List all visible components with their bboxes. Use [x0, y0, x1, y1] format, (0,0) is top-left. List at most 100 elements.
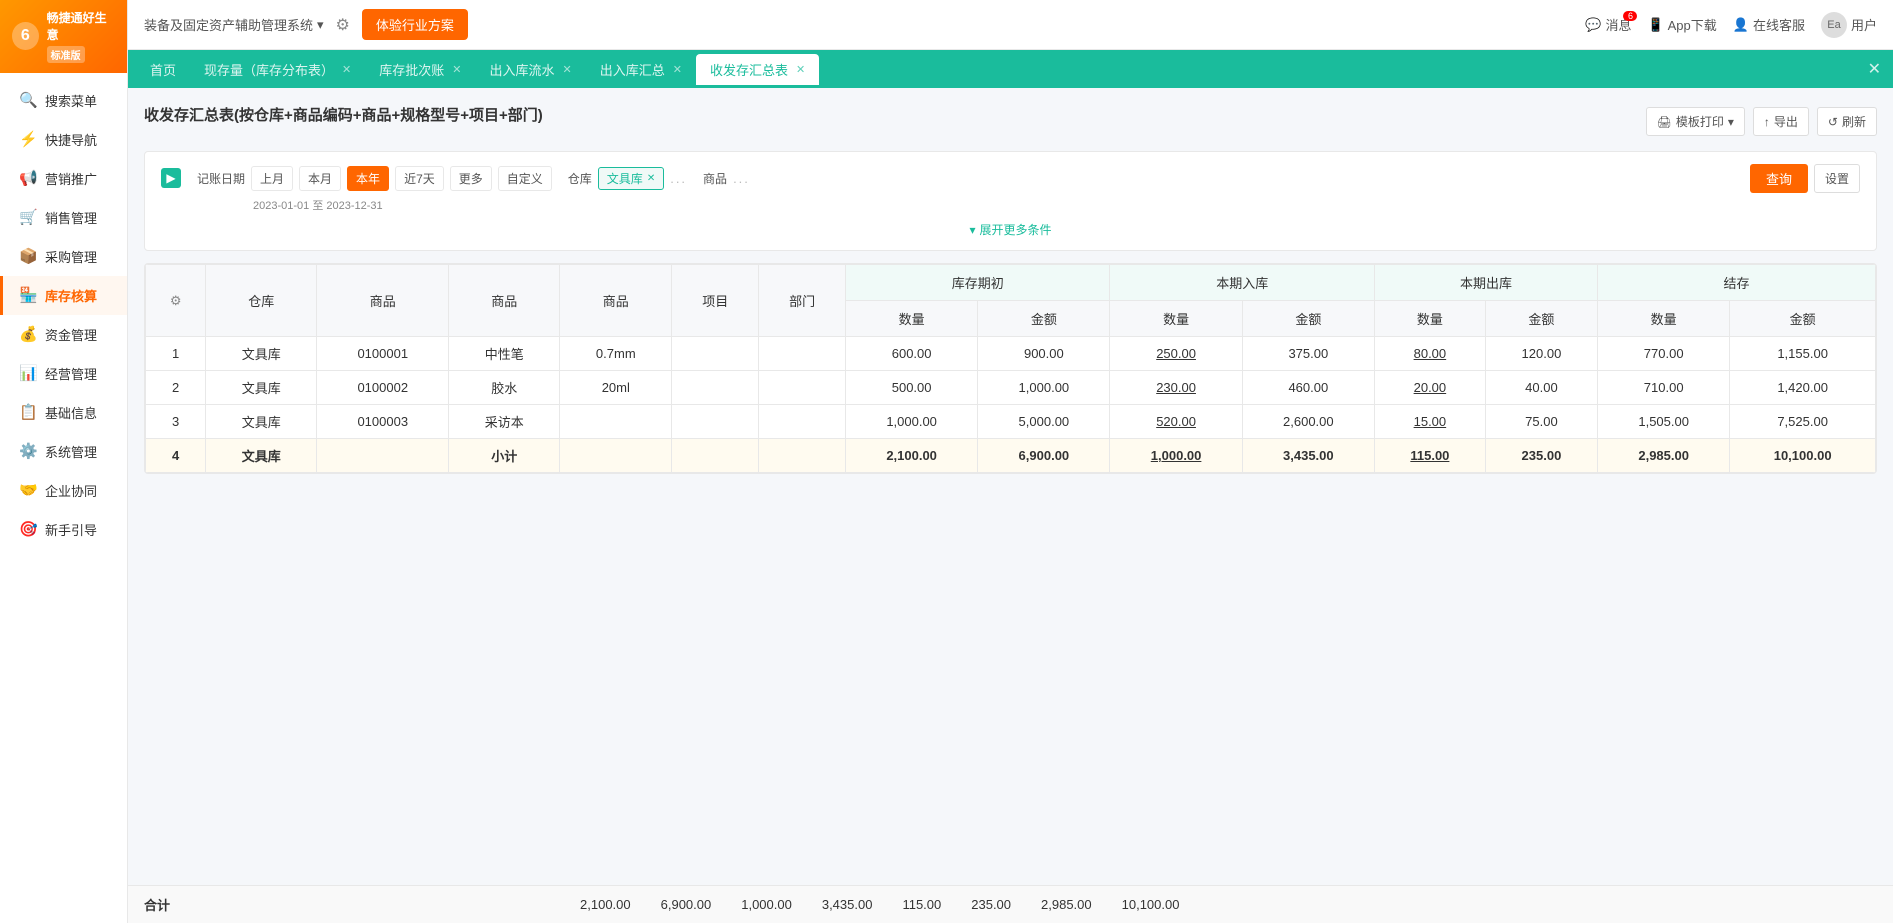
sidebar-item-system[interactable]: ⚙️ 系统管理: [0, 432, 127, 471]
store-icon: 🏪: [19, 286, 37, 304]
dropdown-arrow-icon: ▾: [317, 17, 324, 33]
table-cell[interactable]: 250.00: [1110, 337, 1242, 371]
expand-more-button[interactable]: ▾ 展开更多条件: [161, 221, 1860, 238]
table-settings-icon[interactable]: ⚙: [170, 293, 182, 308]
sidebar-item-label: 采购管理: [45, 247, 97, 266]
sidebar-nav: 🔍 搜索菜单 ⚡ 快捷导航 📢 营销推广 🛒 销售管理 📦 采购管理 🏪 库存核…: [0, 73, 127, 923]
refresh-button[interactable]: ↺ 刷新: [1817, 107, 1877, 136]
tab-label: 现存量（库存分布表）: [204, 60, 334, 79]
table-cell: 小计: [449, 439, 560, 473]
sidebar-item-operations[interactable]: 📊 经营管理: [0, 354, 127, 393]
sidebar-item-marketing[interactable]: 📢 营销推广: [0, 159, 127, 198]
sidebar-item-basic-info[interactable]: 📋 基础信息: [0, 393, 127, 432]
date-btn-more[interactable]: 更多: [450, 166, 492, 191]
sidebar-item-corp[interactable]: 🤝 企业协同: [0, 471, 127, 510]
th-spec: 商品: [560, 265, 672, 337]
tabbar-close-icon[interactable]: ✕: [1868, 59, 1881, 79]
data-table-wrapper: ⚙ 仓库 商品 商品 商品 项目 部门 库存期初 本期入库 本期出库 结存 数量: [144, 263, 1877, 474]
user-label: 用户: [1851, 15, 1877, 34]
filter-expand-icon[interactable]: ▶: [161, 168, 181, 188]
th-group-out: 本期出库: [1374, 265, 1597, 301]
th-in-qty: 数量: [1110, 301, 1242, 337]
table-cell[interactable]: 230.00: [1110, 371, 1242, 405]
tab-inventory-dist[interactable]: 现存量（库存分布表） ✕: [190, 54, 365, 85]
total-in-qty: 1,000.00: [741, 897, 792, 912]
date-btn-7days[interactable]: 近7天: [395, 166, 444, 191]
tab-close-icon[interactable]: ✕: [796, 63, 805, 76]
message-button[interactable]: 💬 消息 6: [1585, 15, 1631, 34]
print-button[interactable]: 🖨 模板打印 ▾: [1646, 107, 1745, 136]
sidebar-item-label: 基础信息: [45, 403, 97, 422]
date-btn-last-month[interactable]: 上月: [251, 166, 293, 191]
topbar-settings-icon[interactable]: ⚙: [336, 15, 350, 35]
trial-button[interactable]: 体验行业方案: [362, 9, 468, 40]
data-table: ⚙ 仓库 商品 商品 商品 项目 部门 库存期初 本期入库 本期出库 结存 数量: [145, 264, 1876, 473]
app-download-button[interactable]: 📱 App下载: [1647, 15, 1716, 34]
table-cell: [759, 371, 846, 405]
tab-inout-summary[interactable]: 出入库汇总 ✕: [586, 54, 696, 85]
th-group-opening: 库存期初: [846, 265, 1110, 301]
date-btn-custom[interactable]: 自定义: [498, 166, 552, 191]
table-cell: 770.00: [1598, 337, 1730, 371]
table-cell[interactable]: 80.00: [1374, 337, 1485, 371]
chevron-down-icon: ▾: [1728, 115, 1734, 129]
table-cell: 采访本: [449, 405, 560, 439]
table-cell[interactable]: 20.00: [1374, 371, 1485, 405]
tab-home[interactable]: 首页: [136, 54, 190, 85]
refresh-icon: ↺: [1828, 115, 1838, 129]
gear-icon: ⚙️: [19, 442, 37, 460]
th-warehouse: 仓库: [206, 265, 317, 337]
total-closing-qty: 2,985.00: [1041, 897, 1092, 912]
online-service-button[interactable]: 👤 在线客服: [1733, 15, 1805, 34]
warehouse-tag-close-icon[interactable]: ✕: [647, 173, 655, 184]
query-button[interactable]: 查询: [1750, 164, 1808, 193]
table-cell: 文具库: [206, 405, 317, 439]
date-filter-label: 记账日期: [197, 170, 245, 187]
tab-close-icon[interactable]: ✕: [673, 63, 682, 76]
tab-close-icon[interactable]: ✕: [342, 63, 351, 76]
system-name: 装备及固定资产辅助管理系统: [144, 15, 313, 34]
goods-dots[interactable]: ...: [733, 171, 750, 186]
system-selector[interactable]: 装备及固定资产辅助管理系统 ▾: [144, 15, 324, 34]
table-cell[interactable]: 520.00: [1110, 405, 1242, 439]
sidebar-item-quick-nav[interactable]: ⚡ 快捷导航: [0, 120, 127, 159]
table-cell: [672, 337, 759, 371]
sidebar-item-guide[interactable]: 🎯 新手引导: [0, 510, 127, 549]
table-cell: 2,985.00: [1598, 439, 1730, 473]
warehouse-tag: 文具库 ✕: [598, 167, 664, 190]
tab-inout-flow[interactable]: 出入库流水 ✕: [475, 54, 585, 85]
warehouse-tag-text: 文具库: [607, 170, 643, 187]
sidebar-item-search[interactable]: 🔍 搜索菜单: [0, 81, 127, 120]
money-icon: 💰: [19, 325, 37, 343]
warehouse-dots[interactable]: ...: [670, 171, 687, 186]
th-opening-amt: 金额: [978, 301, 1110, 337]
th-settings[interactable]: ⚙: [146, 265, 206, 337]
date-btn-this-year[interactable]: 本年: [347, 166, 389, 191]
th-in-amt: 金额: [1242, 301, 1374, 337]
sidebar-item-assets[interactable]: 💰 资金管理: [0, 315, 127, 354]
table-cell: 文具库: [206, 337, 317, 371]
total-opening-qty: 2,100.00: [580, 897, 631, 912]
table-cell[interactable]: 1,000.00: [1110, 439, 1242, 473]
date-range-display: 2023-01-01 至 2023-12-31: [253, 200, 383, 212]
export-button[interactable]: ↑ 导出: [1753, 107, 1809, 136]
table-cell: [759, 439, 846, 473]
topbar: 装备及固定资产辅助管理系统 ▾ ⚙ 体验行业方案 💬 消息 6 📱 App下载 …: [128, 0, 1893, 50]
sidebar-item-purchase[interactable]: 📦 采购管理: [0, 237, 127, 276]
table-cell: 1,000.00: [846, 405, 978, 439]
sidebar-item-sales[interactable]: 🛒 销售管理: [0, 198, 127, 237]
sidebar-item-inventory[interactable]: 🏪 库存核算: [0, 276, 127, 315]
date-btn-this-month[interactable]: 本月: [299, 166, 341, 191]
table-cell: 75.00: [1485, 405, 1597, 439]
user-menu[interactable]: Ea 用户: [1821, 12, 1877, 38]
settings-button[interactable]: 设置: [1814, 164, 1860, 193]
cart-icon: 🛒: [19, 208, 37, 226]
table-cell[interactable]: 115.00: [1374, 439, 1485, 473]
tab-batch-ledger[interactable]: 库存批次账 ✕: [365, 54, 475, 85]
tab-close-icon[interactable]: ✕: [563, 63, 572, 76]
tab-receive-summary[interactable]: 收发存汇总表 ✕: [696, 54, 819, 85]
clipboard-icon: 📋: [19, 403, 37, 421]
table-cell: [672, 371, 759, 405]
table-cell[interactable]: 15.00: [1374, 405, 1485, 439]
tab-close-icon[interactable]: ✕: [452, 63, 461, 76]
